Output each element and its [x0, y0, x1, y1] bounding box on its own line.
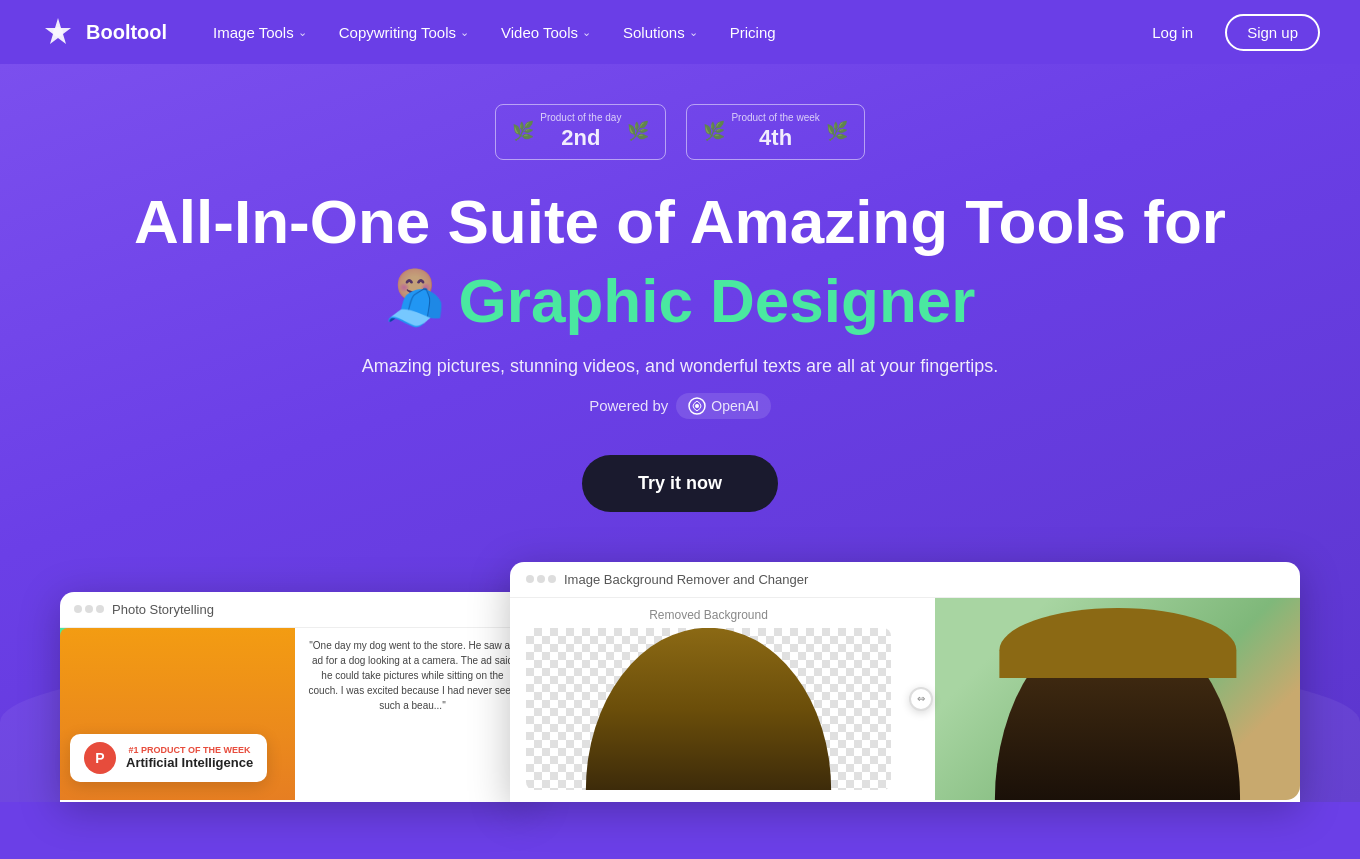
menu-icon [74, 605, 104, 613]
chevron-down-icon: ⌄ [460, 26, 469, 39]
badge-tag: #1 PRODUCT OF THE WEEK [126, 745, 253, 755]
badge-product-of-week: 🌿 Product of the week 4th 🌿 [686, 104, 864, 160]
powered-by-label: Powered by [589, 397, 668, 414]
hero-role-row: 😊 🧢 Graphic Designer [20, 266, 1340, 336]
badge-text: #1 PRODUCT OF THE WEEK Artificial Intell… [126, 745, 253, 770]
badge-product-of-day: 🌿 Product of the day 2nd 🌿 [495, 104, 666, 160]
card-right-header: Image Background Remover and Changer [510, 562, 1300, 598]
menu-icon-right [526, 575, 556, 583]
chevron-down-icon: ⌄ [582, 26, 591, 39]
logo-icon [40, 14, 76, 50]
hero-role-text: Graphic Designer [459, 267, 976, 335]
card-left-text: "One day my dog went to the store. He sa… [295, 628, 530, 800]
openai-icon [688, 397, 706, 415]
signup-button[interactable]: Sign up [1225, 14, 1320, 51]
svg-point-0 [53, 27, 63, 37]
role-emoji: 😊 🧢 [385, 266, 445, 336]
svg-point-2 [695, 404, 699, 408]
removed-bg-image [526, 628, 891, 790]
nav-links: Image Tools ⌄ Copywriting Tools ⌄ Video … [199, 16, 789, 49]
nav-item-copywriting-tools[interactable]: Copywriting Tools ⌄ [325, 16, 483, 49]
login-button[interactable]: Log in [1136, 16, 1209, 49]
openai-badge: OpenAI [676, 393, 770, 419]
person-silhouette [563, 628, 855, 790]
badge-week-num: 4th [731, 124, 819, 153]
award-badges: 🌿 Product of the day 2nd 🌿 🌿 Product of … [20, 104, 1340, 160]
laurel-right-icon: 🌿 [627, 120, 649, 143]
badge-day-num: 2nd [540, 124, 621, 153]
divider-handle[interactable]: ⇔ [907, 598, 935, 800]
try-it-now-button[interactable]: Try it now [582, 455, 778, 512]
removed-bg-label: Removed Background [526, 608, 891, 622]
logo-text: Booltool [86, 21, 167, 44]
hero-headline: All-In-One Suite of Amazing Tools for [20, 188, 1340, 256]
split-handle-icon: ⇔ [909, 687, 933, 711]
nav-right: Log in Sign up [1136, 14, 1320, 51]
logo[interactable]: Booltool [40, 14, 167, 50]
original-image-section [935, 598, 1300, 800]
chevron-down-icon: ⌄ [689, 26, 698, 39]
openai-label: OpenAI [711, 398, 758, 414]
product-badge-overlay: P #1 PRODUCT OF THE WEEK Artificial Inte… [70, 734, 267, 782]
nav-item-video-tools[interactable]: Video Tools ⌄ [487, 16, 605, 49]
hero-subtitle: Amazing pictures, stunning videos, and w… [20, 356, 1340, 377]
nav-left: Booltool Image Tools ⌄ Copywriting Tools… [40, 14, 790, 50]
badge-week-label: Product of the week [731, 111, 819, 124]
badge-day-label: Product of the day [540, 111, 621, 124]
card-left-header: Photo Storytelling [60, 592, 530, 628]
nav-item-pricing[interactable]: Pricing [716, 16, 790, 49]
card-right-body: Removed Background ⇔ [510, 598, 1300, 800]
preview-area: Photo Storytelling "One day my dog went … [20, 562, 1340, 802]
emoji-front: 🧢 [385, 280, 445, 336]
card-left-title: Photo Storytelling [112, 602, 214, 617]
original-image [935, 598, 1300, 800]
laurel-left-icon: 🌿 [512, 120, 534, 143]
navbar: Booltool Image Tools ⌄ Copywriting Tools… [0, 0, 1360, 64]
nav-item-image-tools[interactable]: Image Tools ⌄ [199, 16, 321, 49]
chevron-down-icon: ⌄ [298, 26, 307, 39]
hero-section: 🌿 Product of the day 2nd 🌿 🌿 Product of … [0, 64, 1360, 802]
laurel-left-icon-2: 🌿 [703, 120, 725, 143]
badge-circle-icon: P [84, 742, 116, 774]
hat-shape [999, 608, 1236, 679]
badge-title: Artificial Intelligence [126, 755, 253, 770]
card-bg-remover: Image Background Remover and Changer Rem… [510, 562, 1300, 802]
nav-item-solutions[interactable]: Solutions ⌄ [609, 16, 712, 49]
powered-by-row: Powered by OpenAI [20, 393, 1340, 419]
card-right-title: Image Background Remover and Changer [564, 572, 808, 587]
removed-bg-section: Removed Background [510, 598, 907, 800]
laurel-right-icon-2: 🌿 [826, 120, 848, 143]
